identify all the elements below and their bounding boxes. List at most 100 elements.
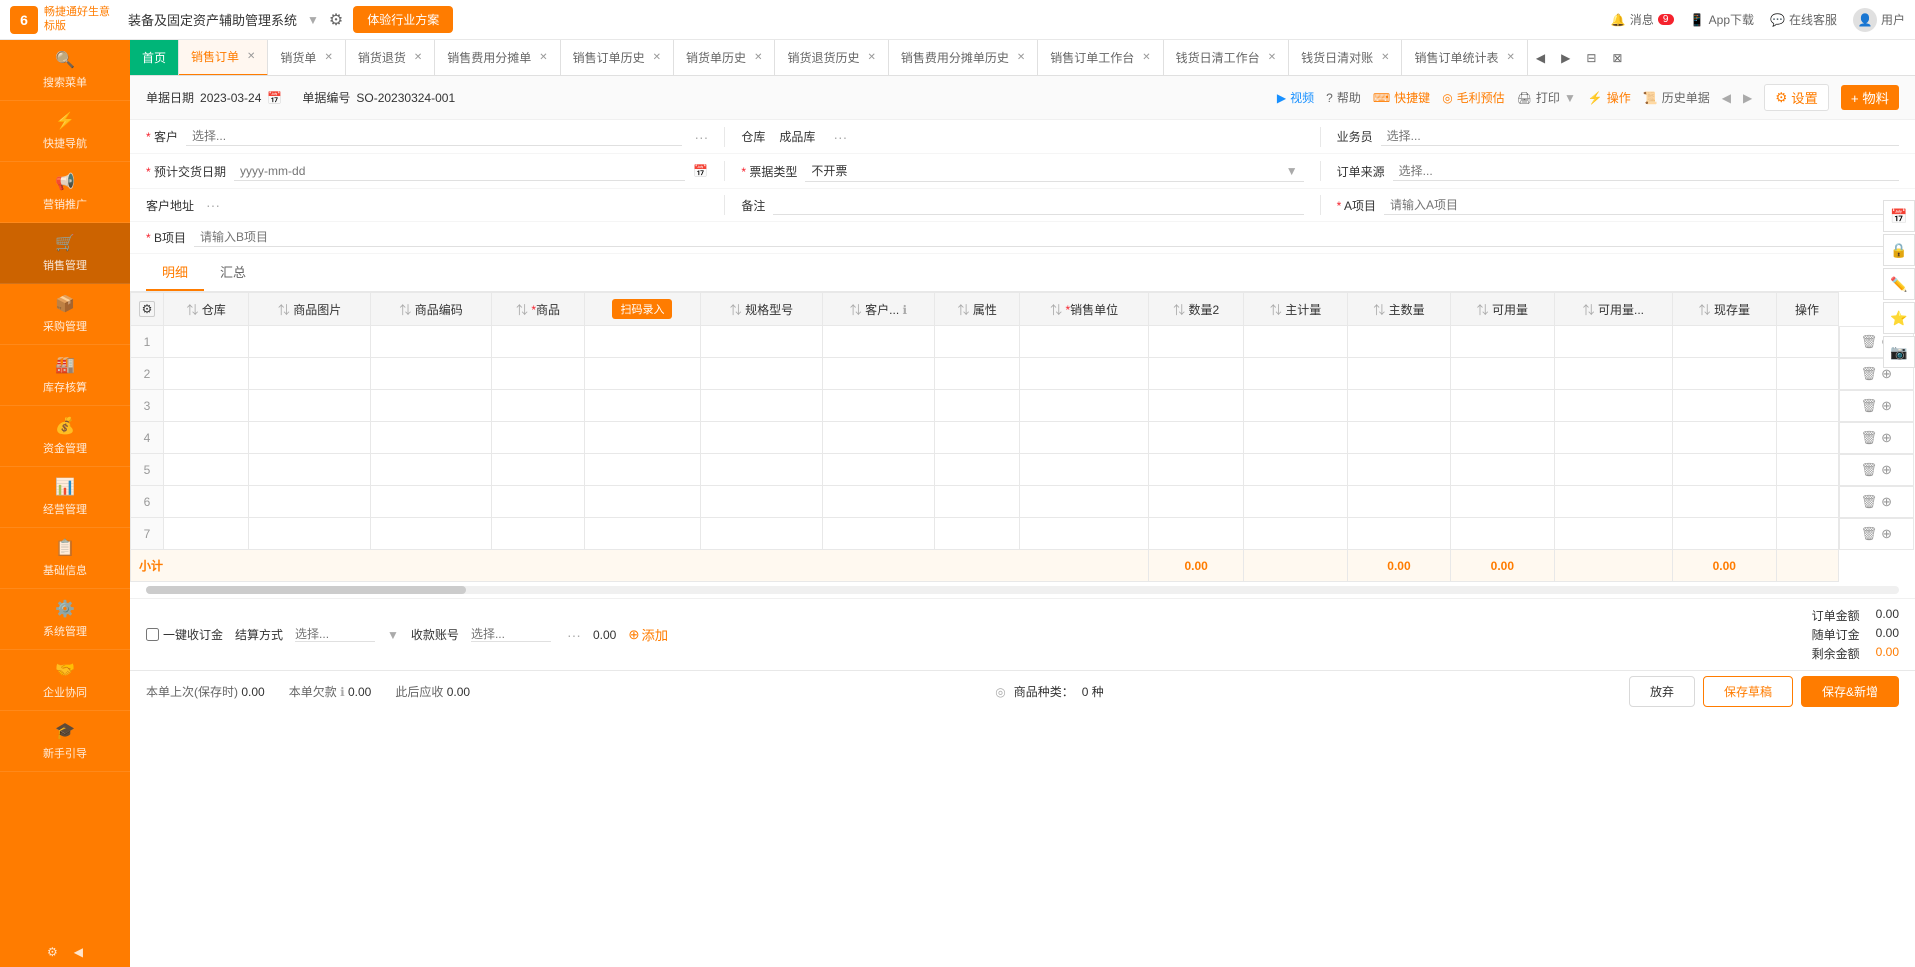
table-cell[interactable] bbox=[1149, 486, 1244, 518]
tab-refund-history-close-icon[interactable]: ✕ bbox=[867, 52, 875, 63]
table-cell[interactable] bbox=[1244, 486, 1347, 518]
table-cell[interactable] bbox=[370, 486, 492, 518]
table-cell[interactable] bbox=[1673, 358, 1776, 390]
table-cell[interactable] bbox=[701, 390, 823, 422]
setting-btn[interactable]: ⚙ 设置 bbox=[1764, 84, 1829, 111]
delete-icon[interactable]: 🗑 bbox=[1861, 462, 1878, 478]
table-cell[interactable] bbox=[1347, 390, 1450, 422]
table-cell[interactable] bbox=[1020, 422, 1149, 454]
sidebar-item-finance[interactable]: 💰 资金管理 bbox=[0, 406, 130, 467]
table-cell[interactable] bbox=[1020, 518, 1149, 550]
order-source-input[interactable] bbox=[1393, 162, 1899, 181]
table-cell[interactable] bbox=[1244, 390, 1347, 422]
warehouse-dots-icon[interactable]: ··· bbox=[833, 129, 847, 145]
tab-order-history[interactable]: 销售订单历史 ✕ bbox=[561, 40, 674, 76]
table-cell[interactable] bbox=[701, 326, 823, 358]
table-cell[interactable] bbox=[701, 454, 823, 486]
tab-sales-history[interactable]: 销货单历史 ✕ bbox=[674, 40, 775, 76]
table-cell[interactable] bbox=[935, 518, 1020, 550]
sidebar-item-guide[interactable]: 🎓 新手引导 bbox=[0, 711, 130, 772]
table-cell[interactable] bbox=[370, 358, 492, 390]
table-cell[interactable] bbox=[1347, 422, 1450, 454]
nav-right-icon[interactable]: ▶ bbox=[1743, 91, 1752, 105]
tab-cash-reconcile-close-icon[interactable]: ✕ bbox=[1381, 52, 1389, 63]
help-action-btn[interactable]: ? 帮助 bbox=[1326, 89, 1361, 106]
save-draft-btn[interactable]: 保存草稿 bbox=[1703, 676, 1793, 707]
dropdown-arrow-icon[interactable]: ▼ bbox=[307, 13, 319, 27]
calendar-icon[interactable]: 📅 bbox=[267, 91, 282, 105]
online-service-btn[interactable]: 💬 在线客服 bbox=[1770, 11, 1837, 28]
tab-refund-history[interactable]: 销货退货历史 ✕ bbox=[775, 40, 888, 76]
sidebar-item-purchase[interactable]: 📦 采购管理 bbox=[0, 284, 130, 345]
tab-sales-refund-close-icon[interactable]: ✕ bbox=[414, 52, 422, 63]
add-material-btn[interactable]: + 物料 bbox=[1841, 85, 1899, 110]
table-cell[interactable] bbox=[935, 390, 1020, 422]
table-cell[interactable] bbox=[492, 454, 584, 486]
table-cell[interactable] bbox=[492, 358, 584, 390]
sidebar-item-sales[interactable]: 🛒 销售管理 bbox=[0, 223, 130, 284]
operate-action-btn[interactable]: ⚡ 操作 bbox=[1588, 89, 1631, 106]
calendar2-icon[interactable]: 📅 bbox=[693, 164, 708, 178]
sidebar-item-search-menu[interactable]: 🔍 搜索菜单 bbox=[0, 40, 130, 101]
table-cell[interactable] bbox=[1673, 454, 1776, 486]
table-cell[interactable] bbox=[164, 390, 249, 422]
sidebar-item-system[interactable]: ⚙️ 系统管理 bbox=[0, 589, 130, 650]
tab-expense-split-close-icon[interactable]: ✕ bbox=[539, 52, 547, 63]
table-cell[interactable] bbox=[249, 454, 371, 486]
quick-payment-checkbox[interactable] bbox=[146, 628, 159, 641]
table-cell[interactable] bbox=[822, 486, 934, 518]
table-cell[interactable] bbox=[584, 390, 700, 422]
tab-scroll-left-btn[interactable]: ◀ bbox=[1528, 51, 1553, 65]
table-cell[interactable] bbox=[1554, 486, 1673, 518]
table-cell[interactable] bbox=[1776, 422, 1838, 454]
tab-order-workbench-close-icon[interactable]: ✕ bbox=[1142, 52, 1150, 63]
table-cell[interactable] bbox=[492, 518, 584, 550]
tab-scroll-right-btn[interactable]: ▶ bbox=[1553, 51, 1578, 65]
float-btn-5[interactable]: 📷 bbox=[1883, 336, 1915, 368]
table-cell[interactable] bbox=[1347, 486, 1450, 518]
tab-cash-workbench[interactable]: 钱货日清工作台 ✕ bbox=[1164, 40, 1289, 76]
table-cell[interactable] bbox=[164, 358, 249, 390]
table-cell[interactable] bbox=[1554, 390, 1673, 422]
tab-summary[interactable]: 汇总 bbox=[204, 254, 262, 291]
table-cell[interactable] bbox=[1244, 422, 1347, 454]
copy-icon[interactable]: ⊕ bbox=[1881, 462, 1892, 478]
table-cell[interactable] bbox=[584, 422, 700, 454]
table-cell[interactable] bbox=[492, 486, 584, 518]
payment-method-input[interactable] bbox=[295, 627, 375, 642]
table-cell[interactable] bbox=[1776, 454, 1838, 486]
remark-input[interactable] bbox=[773, 196, 1303, 215]
table-cell[interactable] bbox=[1347, 326, 1450, 358]
table-cell[interactable] bbox=[822, 358, 934, 390]
table-cell[interactable] bbox=[935, 326, 1020, 358]
copy-icon[interactable]: ⊕ bbox=[1881, 494, 1892, 510]
tab-sales-return[interactable]: 销货单 ✕ bbox=[268, 40, 345, 76]
tab-expense-split[interactable]: 销售费用分摊单 ✕ bbox=[435, 40, 560, 76]
table-cell[interactable] bbox=[1149, 518, 1244, 550]
table-cell[interactable] bbox=[1776, 326, 1838, 358]
table-cell[interactable] bbox=[1451, 486, 1554, 518]
table-cell[interactable] bbox=[1451, 326, 1554, 358]
delete-icon[interactable]: 🗑 bbox=[1861, 334, 1878, 350]
delete-icon[interactable]: 🗑 bbox=[1861, 398, 1878, 414]
table-cell[interactable] bbox=[1673, 486, 1776, 518]
table-cell[interactable] bbox=[1673, 326, 1776, 358]
delivery-date-input[interactable] bbox=[234, 162, 685, 181]
nav-left-icon[interactable]: ◀ bbox=[1722, 91, 1731, 105]
table-cell[interactable] bbox=[249, 326, 371, 358]
discard-btn[interactable]: 放弃 bbox=[1629, 676, 1695, 707]
tab-cash-reconcile[interactable]: 钱货日清对账 ✕ bbox=[1289, 40, 1402, 76]
table-cell[interactable] bbox=[1673, 518, 1776, 550]
settings-icon[interactable]: ⚙ bbox=[329, 10, 343, 30]
delete-icon[interactable]: 🗑 bbox=[1861, 494, 1878, 510]
col-settings-icon[interactable]: ⚙ bbox=[139, 301, 155, 317]
scan-input-btn[interactable]: 扫码录入 bbox=[612, 299, 672, 319]
sidebar-item-basic-info[interactable]: 📋 基础信息 bbox=[0, 528, 130, 589]
tab-home[interactable]: 首页 bbox=[130, 40, 179, 76]
table-cell[interactable] bbox=[164, 454, 249, 486]
tab-order-workbench[interactable]: 销售订单工作台 ✕ bbox=[1038, 40, 1163, 76]
tab-more-btn[interactable]: ⊟ bbox=[1578, 51, 1604, 65]
table-cell[interactable] bbox=[822, 518, 934, 550]
shortcut-action-btn[interactable]: ⌨ 快捷键 bbox=[1373, 89, 1430, 106]
address-dots-icon[interactable]: ··· bbox=[206, 197, 220, 213]
